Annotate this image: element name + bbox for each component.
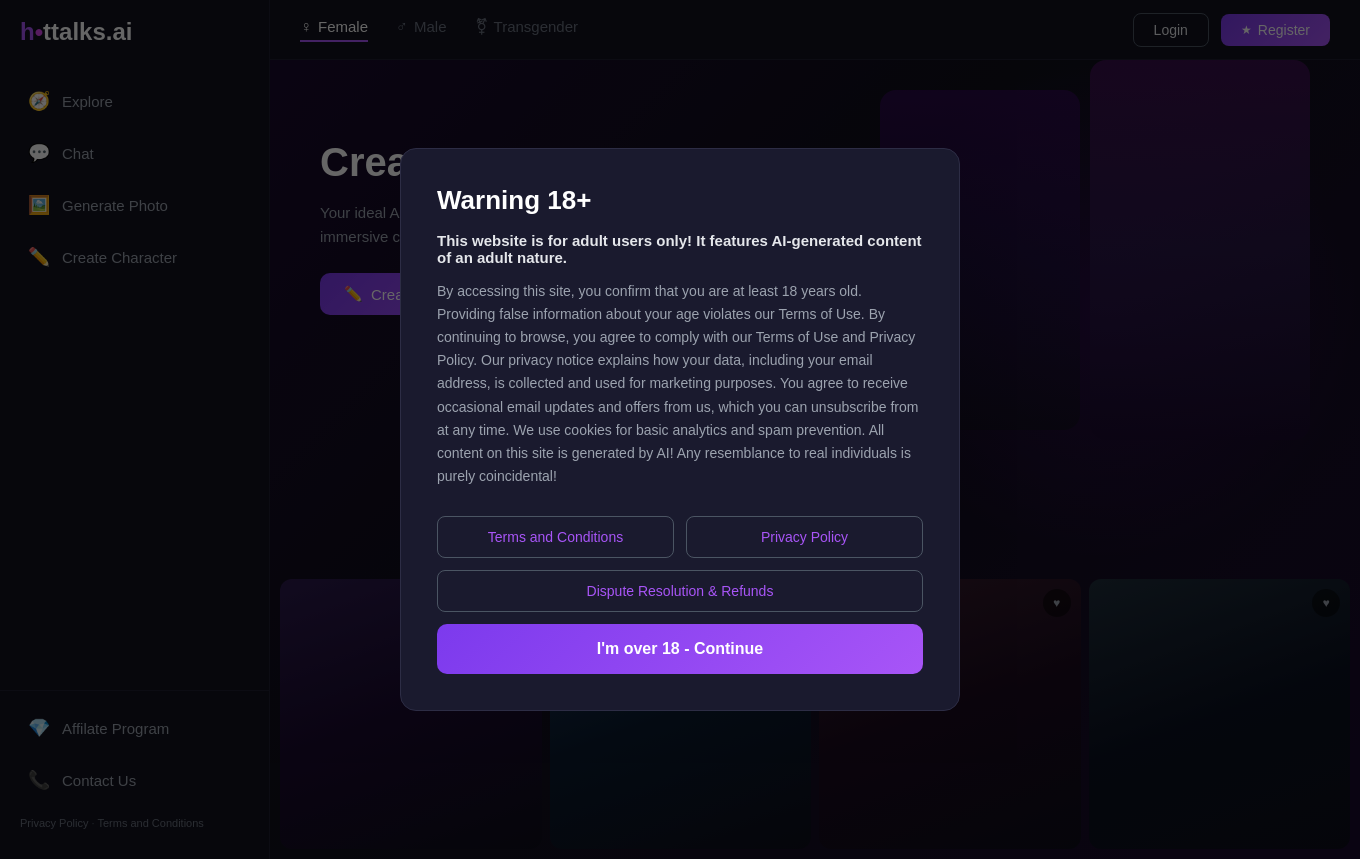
dispute-resolution-button[interactable]: Dispute Resolution & Refunds (437, 570, 923, 612)
modal-title: Warning 18+ (437, 185, 923, 216)
confirm-age-button[interactable]: I'm over 18 - Continue (437, 624, 923, 674)
modal-subtitle: This website is for adult users only! It… (437, 232, 923, 266)
modal-overlay: Warning 18+ This website is for adult us… (0, 0, 1360, 859)
terms-conditions-button[interactable]: Terms and Conditions (437, 516, 674, 558)
warning-modal: Warning 18+ This website is for adult us… (400, 148, 960, 711)
modal-body: By accessing this site, you confirm that… (437, 280, 923, 488)
modal-link-row-1: Terms and Conditions Privacy Policy (437, 516, 923, 558)
privacy-policy-button[interactable]: Privacy Policy (686, 516, 923, 558)
